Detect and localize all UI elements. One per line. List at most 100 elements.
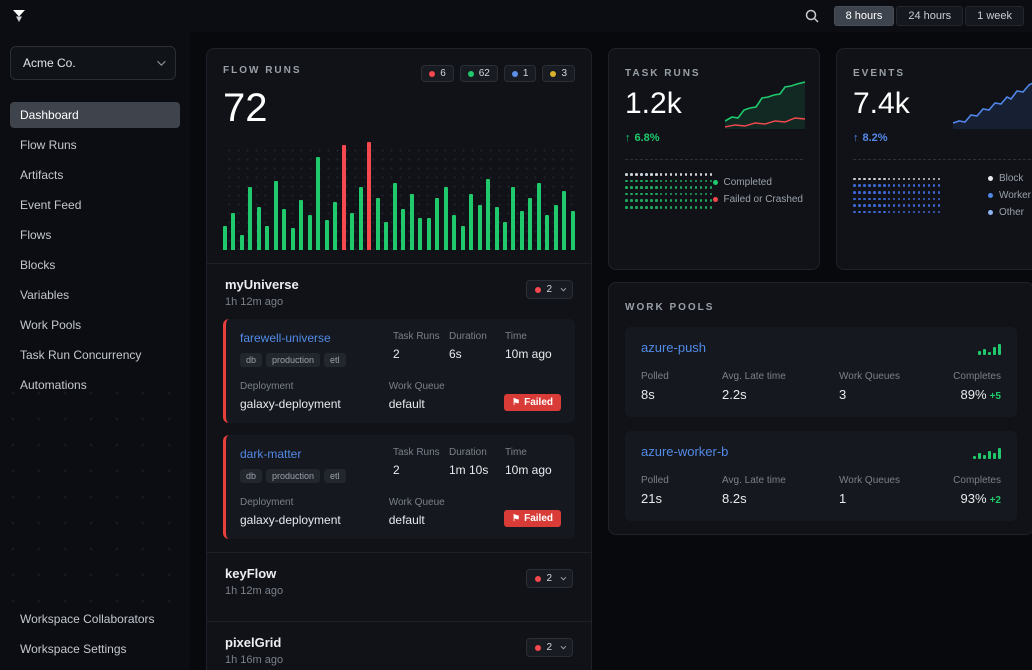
deployment-link[interactable]: galaxy-deployment [240, 513, 341, 527]
matrix-dot [892, 184, 896, 187]
matrix-dot [639, 205, 643, 209]
flow-run-bar[interactable] [231, 213, 236, 250]
group-count-badge[interactable]: 2 [526, 280, 573, 299]
flow-group-keyflow[interactable]: keyFlow 1h 12m ago 2 [223, 553, 575, 608]
matrix-dot [654, 199, 658, 202]
flow-run-bar[interactable] [469, 193, 474, 250]
stat-polled: Polled 8s [641, 371, 669, 402]
flow-run-bar[interactable] [341, 145, 346, 250]
flow-run-bar[interactable] [282, 208, 287, 250]
time-range-8-hours[interactable]: 8 hours [833, 6, 895, 26]
sidebar-item-automations[interactable]: Automations [10, 372, 180, 398]
flow-run-bar[interactable] [299, 200, 304, 250]
flow-status-badge[interactable]: 6 [421, 65, 454, 82]
flow-run-bar[interactable] [256, 206, 261, 250]
flow-group-myuniverse[interactable]: myUniverse 1h 12m ago 2 [223, 264, 575, 319]
sidebar-item-variables[interactable]: Variables [10, 282, 180, 308]
matrix-dot [664, 199, 668, 202]
flow-status-badge[interactable]: 62 [459, 65, 498, 82]
matrix-dot [669, 199, 673, 202]
flow-run-bar[interactable] [350, 213, 355, 250]
group-count-badge[interactable]: 2 [526, 569, 573, 588]
group-count-badge[interactable]: 2 [526, 638, 573, 657]
flow-run-bar[interactable] [265, 226, 270, 250]
matrix-dot [659, 179, 663, 183]
sidebar-item-task-run-concurrency[interactable]: Task Run Concurrency [10, 342, 180, 368]
flow-run-bar[interactable] [358, 187, 363, 250]
flow-run-bar[interactable] [367, 142, 372, 250]
sidebar-item-blocks[interactable]: Blocks [10, 252, 180, 278]
time-range-24-hours[interactable]: 24 hours [896, 6, 964, 26]
sidebar-item-workspace-settings[interactable]: Workspace Settings [10, 636, 180, 662]
flow-run-bar[interactable] [570, 211, 575, 250]
sidebar-item-flow-runs[interactable]: Flow Runs [10, 132, 180, 158]
events-dot-matrix [853, 177, 941, 214]
flow-run-bar[interactable] [494, 206, 499, 250]
task-runs-sparkline [725, 81, 805, 129]
flow-run-bar[interactable] [223, 226, 227, 250]
flow-run-bar[interactable] [316, 157, 321, 250]
flow-run-name-link[interactable]: farewell-universe [240, 331, 331, 345]
flow-group-pixelgrid[interactable]: pixelGrid 1h 16m ago 2 [223, 622, 575, 670]
matrix-dot [689, 173, 693, 176]
flow-run-bar[interactable] [562, 190, 567, 250]
flow-run-bar[interactable] [553, 204, 558, 250]
sidebar-item-artifacts[interactable]: Artifacts [10, 162, 180, 188]
task-runs-legend: Completed Failed or Crashed [712, 177, 803, 205]
work-queue-link[interactable]: default [389, 397, 445, 411]
flow-run-bar[interactable] [239, 234, 244, 250]
work-queue-link[interactable]: default [389, 513, 445, 527]
matrix-dot [674, 173, 678, 176]
sidebar-item-dashboard[interactable]: Dashboard [10, 102, 180, 128]
matrix-dot [664, 173, 668, 176]
status-dot [550, 70, 557, 77]
sidebar-item-workspace-collaborators[interactable]: Workspace Collaborators [10, 606, 180, 632]
flow-status-badge[interactable]: 1 [503, 65, 537, 82]
flow-run-bar[interactable] [511, 187, 516, 250]
work-pool-name-link[interactable]: azure-worker-b [641, 444, 728, 459]
matrix-dot [649, 186, 653, 189]
flow-run-bar[interactable] [486, 178, 491, 250]
flow-run-bar[interactable] [384, 221, 389, 250]
flow-run-bar[interactable] [290, 228, 295, 250]
flow-run-bar[interactable] [409, 193, 414, 250]
work-pool-name-link[interactable]: azure-push [641, 340, 706, 355]
flow-status-badge[interactable]: 3 [542, 65, 575, 82]
search-icon[interactable] [804, 8, 820, 24]
matrix-dot [634, 186, 638, 189]
sidebar-item-work-pools[interactable]: Work Pools [10, 312, 180, 338]
flow-run-bar[interactable] [307, 215, 312, 250]
flow-run-bar[interactable] [477, 204, 482, 250]
flow-run-bar[interactable] [460, 226, 465, 250]
matrix-dot [912, 210, 916, 214]
matrix-dot [639, 192, 643, 196]
sidebar-item-flows[interactable]: Flows [10, 222, 180, 248]
flow-run-bar[interactable] [426, 217, 431, 250]
matrix-dot [674, 205, 678, 209]
flow-run-bar[interactable] [248, 187, 253, 250]
stat-work-queues: Work Queues 1 [839, 475, 900, 506]
flow-run-bar[interactable] [452, 215, 457, 250]
flow-run-name-link[interactable]: dark-matter [240, 447, 301, 461]
flow-run-bar[interactable] [375, 198, 380, 250]
deployment-link[interactable]: galaxy-deployment [240, 397, 341, 411]
flow-run-bar[interactable] [435, 198, 440, 250]
flow-run-bar[interactable] [401, 208, 406, 250]
flow-run-bar[interactable] [536, 183, 541, 250]
flow-run-bar[interactable] [519, 211, 524, 250]
time-range-1-week[interactable]: 1 week [965, 6, 1024, 26]
sidebar-item-event-feed[interactable]: Event Feed [10, 192, 180, 218]
flow-run-bar[interactable] [528, 198, 533, 250]
prefect-logo[interactable] [10, 7, 28, 25]
workspace-selector[interactable]: Acme Co. [10, 46, 176, 80]
legend-label: Other [998, 207, 1024, 218]
flow-run-bar[interactable] [333, 202, 338, 250]
flow-run-bar[interactable] [392, 183, 397, 250]
flow-run-bar[interactable] [273, 180, 278, 250]
flow-run-bar[interactable] [502, 221, 507, 250]
flow-run-bar[interactable] [324, 219, 329, 250]
flow-run-bar[interactable] [418, 217, 423, 250]
flow-run-bar[interactable] [443, 187, 448, 250]
matrix-dot [704, 192, 708, 196]
flow-run-bar[interactable] [545, 215, 550, 250]
